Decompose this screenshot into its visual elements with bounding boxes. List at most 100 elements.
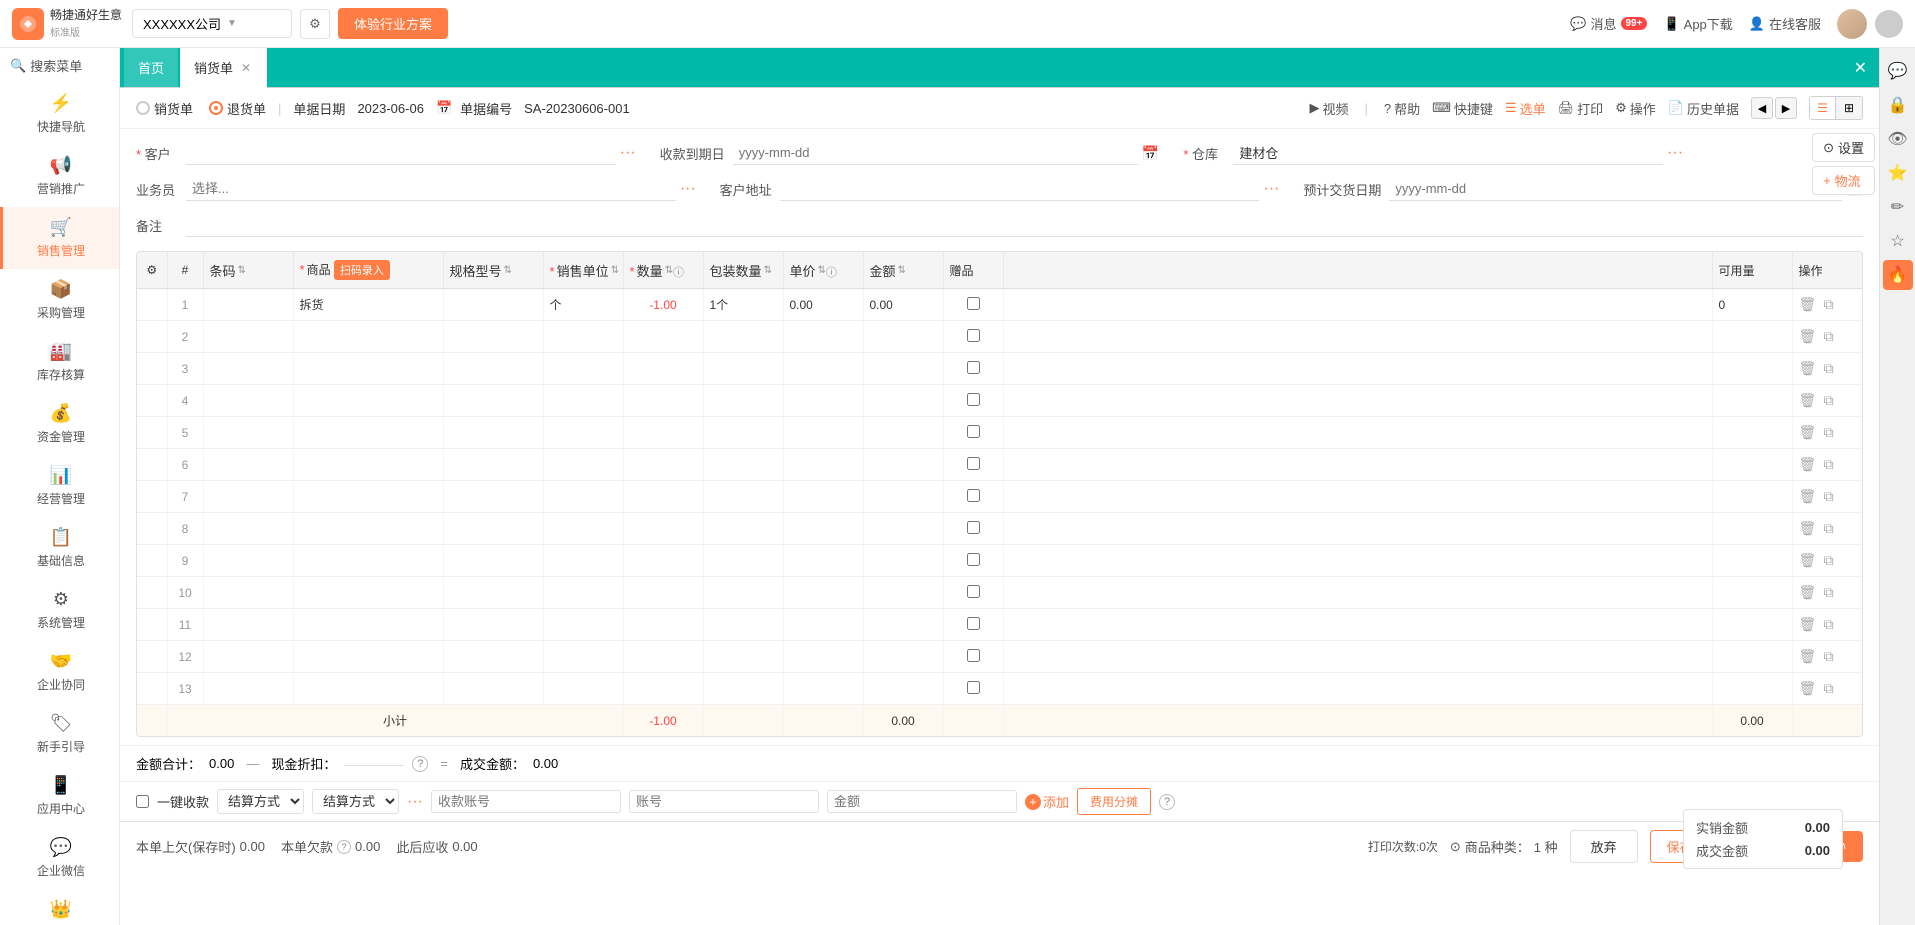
sidebar-item-inventory[interactable]: 🏭 库存核算 <box>0 331 119 393</box>
tab-salesorder[interactable]: 销货单 ✕ <box>180 48 267 88</box>
settlement-select[interactable]: 结算方式 <box>217 789 304 814</box>
help-btn[interactable]: ? 帮助 <box>1384 99 1420 118</box>
list-view-btn[interactable]: ☰ <box>1810 97 1836 119</box>
delete-row-icon[interactable]: 🗑 <box>1799 648 1817 665</box>
account-no-input[interactable] <box>629 790 819 813</box>
customer-input[interactable] <box>186 141 616 165</box>
tab-close-icon[interactable]: ✕ <box>239 59 253 77</box>
copy-row-icon[interactable]: ⧉ <box>1824 392 1834 409</box>
print-btn[interactable]: 🖨 打印 <box>1558 99 1604 118</box>
delete-row-icon[interactable]: 🗑 <box>1799 488 1817 505</box>
side-lock-icon[interactable]: 🔒 <box>1883 90 1913 120</box>
discount-value[interactable] <box>344 761 404 766</box>
sidebar-item-wechat[interactable]: 💬 企业微信 <box>0 827 119 889</box>
tab-home[interactable]: 首页 <box>124 48 178 88</box>
history-btn[interactable]: 📄 历史单据 <box>1668 99 1739 118</box>
video-btn[interactable]: ▶ 视频 <box>1309 99 1348 118</box>
copy-row-icon[interactable]: ⧉ <box>1824 584 1834 601</box>
delete-row-icon[interactable]: 🗑 <box>1799 584 1817 601</box>
online-service-item[interactable]: 👤 在线客服 <box>1749 14 1821 33</box>
cell-gift[interactable] <box>943 321 1003 353</box>
grid-view-btn[interactable]: ⊞ <box>1836 97 1862 119</box>
amount-input[interactable] <box>827 790 1017 813</box>
copy-row-icon[interactable]: ⧉ <box>1824 680 1834 697</box>
cell-gift[interactable] <box>943 577 1003 609</box>
calendar-icon[interactable]: 📅 <box>436 100 452 116</box>
delete-row-icon[interactable]: 🗑 <box>1799 392 1817 409</box>
sidebar-item-marketing[interactable]: 📢 营销推广 <box>0 145 119 207</box>
radio-sale[interactable]: 销货单 <box>136 99 193 118</box>
copy-row-icon[interactable]: ⧉ <box>1824 328 1834 345</box>
discount-help-icon[interactable]: ? <box>412 756 428 772</box>
delete-row-icon[interactable]: 🗑 <box>1799 328 1817 345</box>
copy-row-icon[interactable]: ⧉ <box>1824 424 1834 441</box>
sidebar-item-operations[interactable]: 📊 经营管理 <box>0 455 119 517</box>
copy-row-icon[interactable]: ⧉ <box>1824 552 1834 569</box>
cell-gift[interactable] <box>943 513 1003 545</box>
copy-row-icon[interactable]: ⧉ <box>1824 296 1834 313</box>
discard-button[interactable]: 放弃 <box>1570 830 1638 863</box>
next-arrow[interactable]: ▶ <box>1775 97 1797 119</box>
sidebar-item-finance[interactable]: 💰 资金管理 <box>0 393 119 455</box>
radio-return[interactable]: 退货单 <box>209 99 266 118</box>
flow-button[interactable]: + 物流 <box>1812 166 1875 195</box>
form-settings-button[interactable]: ⊙ 设置 <box>1812 133 1875 162</box>
customer-addr-input[interactable] <box>780 177 1260 201</box>
cell-gift[interactable] <box>943 417 1003 449</box>
copy-row-icon[interactable]: ⧉ <box>1824 360 1834 377</box>
sidebar-search[interactable]: 🔍 搜索菜单 <box>0 48 119 83</box>
copy-row-icon[interactable]: ⧉ <box>1824 520 1834 537</box>
trial-button[interactable]: 体验行业方案 <box>338 8 448 39</box>
due-date-calendar-icon[interactable]: 📅 <box>1138 145 1159 162</box>
cell-gift[interactable] <box>943 641 1003 673</box>
sidebar-item-system[interactable]: ⚙ 系统管理 <box>0 579 119 641</box>
delete-row-icon[interactable]: 🗑 <box>1799 296 1817 313</box>
copy-row-icon[interactable]: ⧉ <box>1824 616 1834 633</box>
cell-gift[interactable] <box>943 289 1003 321</box>
sidebar-item-purchase[interactable]: 📦 采购管理 <box>0 269 119 331</box>
salesperson-dots-icon[interactable]: ··· <box>676 180 696 198</box>
cell-gift[interactable] <box>943 545 1003 577</box>
sidebar-item-quick-nav[interactable]: ⚡ 快捷导航 <box>0 83 119 145</box>
cell-gift[interactable] <box>943 609 1003 641</box>
salesperson-input[interactable] <box>186 177 676 201</box>
sidebar-item-sales[interactable]: 🛒 销售管理 <box>0 207 119 269</box>
user-avatar[interactable] <box>1837 9 1867 39</box>
tab-close-all[interactable]: ✕ <box>1854 58 1867 78</box>
select-btn[interactable]: ☰ 选单 <box>1505 99 1546 118</box>
settlement-dots-icon[interactable]: ··· <box>407 793 423 811</box>
scan-btn[interactable]: 扫码录入 <box>334 260 390 280</box>
operate-btn[interactable]: ⚙ 操作 <box>1615 99 1656 118</box>
delete-row-icon[interactable]: 🗑 <box>1799 520 1817 537</box>
cell-gift[interactable] <box>943 385 1003 417</box>
one-click-payment-checkbox[interactable] <box>136 795 149 808</box>
settings-gear-button[interactable]: ⚙ <box>300 9 330 39</box>
user-avatar-2[interactable] <box>1875 10 1903 38</box>
delete-row-icon[interactable]: 🗑 <box>1799 456 1817 473</box>
side-edit-icon[interactable]: ✏ <box>1883 192 1913 222</box>
copy-row-icon[interactable]: ⧉ <box>1824 488 1834 505</box>
cell-gift[interactable] <box>943 449 1003 481</box>
delete-row-icon[interactable]: 🗑 <box>1799 680 1817 697</box>
due-date-input[interactable] <box>733 141 1138 165</box>
app-download-item[interactable]: 📱 App下载 <box>1663 14 1732 33</box>
sidebar-item-member[interactable]: 👑 畅会员 <box>0 889 119 925</box>
copy-row-icon[interactable]: ⧉ <box>1824 456 1834 473</box>
cell-gift[interactable] <box>943 353 1003 385</box>
delete-row-icon[interactable]: 🗑 <box>1799 360 1817 377</box>
cell-gift[interactable] <box>943 481 1003 513</box>
prev-arrow[interactable]: ◀ <box>1751 97 1773 119</box>
warehouse-input[interactable] <box>1233 141 1663 165</box>
sidebar-item-newbie[interactable]: 🏷 新手引导 <box>0 703 119 765</box>
cell-gift[interactable] <box>943 673 1003 705</box>
owed-help-icon[interactable]: ? <box>337 840 351 854</box>
notice-item[interactable]: 💬 消息 99+ <box>1570 14 1647 33</box>
shortcut-btn[interactable]: ⌨ 快捷键 <box>1432 99 1493 118</box>
side-hot-icon[interactable]: 🔥 <box>1883 260 1913 290</box>
side-eye-icon[interactable]: 👁 <box>1883 124 1913 154</box>
delete-row-icon[interactable]: 🗑 <box>1799 424 1817 441</box>
side-star-icon[interactable]: ☆ <box>1883 226 1913 256</box>
customer-dots-icon[interactable]: ··· <box>616 144 636 162</box>
copy-row-icon[interactable]: ⧉ <box>1824 648 1834 665</box>
expense-btn[interactable]: 费用分摊 <box>1077 788 1151 815</box>
